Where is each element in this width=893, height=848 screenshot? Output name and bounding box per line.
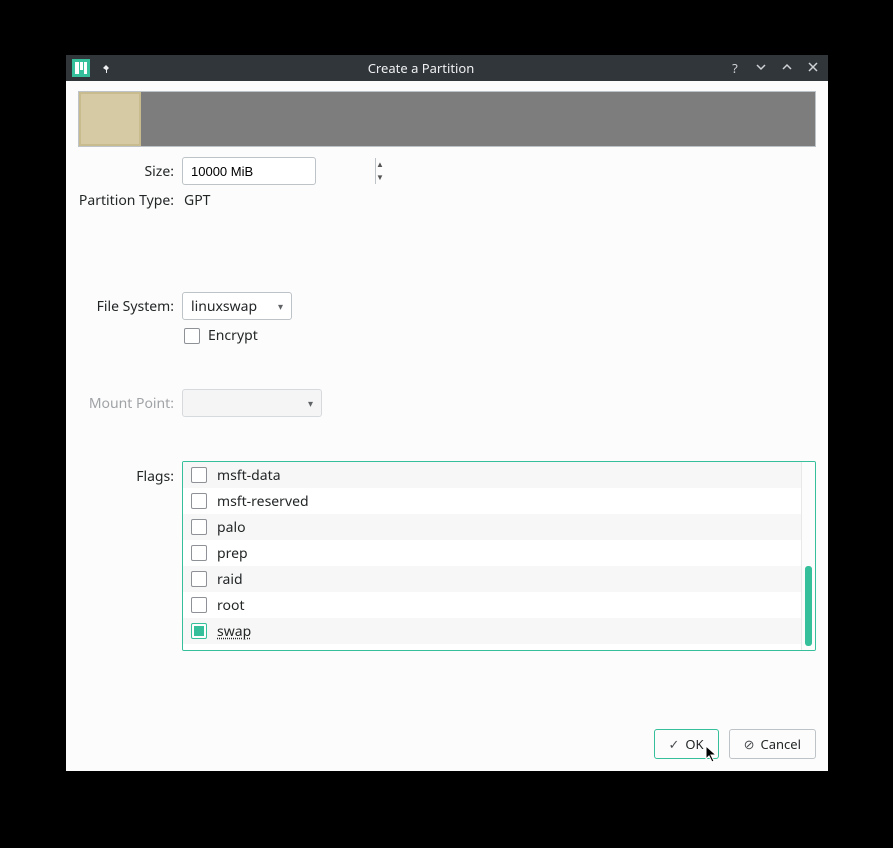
flags-scrollbar[interactable]	[801, 462, 815, 650]
close-icon[interactable]	[804, 59, 822, 77]
flag-checkbox-msft-data[interactable]	[191, 467, 207, 483]
flag-checkbox-raid[interactable]	[191, 571, 207, 587]
cancel-icon: ⊘	[744, 735, 755, 753]
mount-point-label: Mount Point:	[78, 394, 174, 413]
flag-label: root	[217, 596, 245, 615]
flag-row-msft-data[interactable]: msft-data	[183, 462, 801, 488]
app-logo-icon	[72, 59, 90, 77]
partition-type-label: Partition Type:	[78, 191, 174, 210]
flag-checkbox-swap[interactable]	[191, 623, 207, 639]
titlebar: Create a Partition ?	[66, 55, 828, 81]
flag-row-swap[interactable]: swap	[183, 618, 801, 644]
minimize-icon[interactable]	[752, 59, 770, 77]
size-label: Size:	[78, 162, 174, 181]
cancel-button[interactable]: ⊘ Cancel	[729, 729, 816, 759]
flag-row-raid[interactable]: raid	[183, 566, 801, 592]
create-partition-dialog: Create a Partition ? Size: ▲ ▼	[66, 55, 828, 771]
flag-label: prep	[217, 544, 248, 563]
size-spinbox[interactable]: ▲ ▼	[182, 157, 316, 185]
flag-checkbox-palo[interactable]	[191, 519, 207, 535]
chevron-down-icon: ▾	[308, 396, 313, 410]
flag-row-msft-reserved[interactable]: msft-reserved	[183, 488, 801, 514]
cancel-button-label: Cancel	[761, 735, 801, 753]
flag-label: msft-data	[217, 466, 281, 485]
encrypt-label: Encrypt	[208, 326, 258, 345]
partition-preview-bar	[78, 91, 816, 147]
size-step-up[interactable]: ▲	[376, 158, 384, 171]
flag-label: raid	[217, 570, 243, 589]
window-title: Create a Partition	[124, 59, 718, 77]
size-step-down[interactable]: ▼	[376, 171, 384, 184]
flag-label: msft-reserved	[217, 492, 309, 511]
mount-point-combo: ▾	[182, 389, 322, 417]
help-icon[interactable]: ?	[726, 59, 744, 77]
ok-button[interactable]: ✓ OK	[654, 729, 719, 759]
flag-checkbox-prep[interactable]	[191, 545, 207, 561]
partition-preview-used	[79, 92, 141, 146]
maximize-icon[interactable]	[778, 59, 796, 77]
ok-button-label: OK	[685, 735, 703, 753]
flag-row-palo[interactable]: palo	[183, 514, 801, 540]
size-input[interactable]	[183, 164, 375, 179]
flags-label: Flags:	[78, 461, 174, 486]
flags-scroll-thumb[interactable]	[805, 566, 812, 646]
flag-checkbox-msft-reserved[interactable]	[191, 493, 207, 509]
file-system-label: File System:	[78, 297, 174, 316]
flag-row-prep[interactable]: prep	[183, 540, 801, 566]
flag-row-root[interactable]: root	[183, 592, 801, 618]
check-icon: ✓	[669, 735, 680, 753]
file-system-combo[interactable]: linuxswap ▾	[182, 292, 292, 320]
partition-type-value: GPT	[182, 191, 816, 210]
flag-label: swap	[217, 622, 251, 641]
chevron-down-icon: ▾	[278, 299, 283, 313]
file-system-value: linuxswap	[191, 297, 257, 316]
flag-checkbox-root[interactable]	[191, 597, 207, 613]
pin-icon[interactable]	[98, 59, 116, 77]
flags-listbox[interactable]: msft-data msft-reserved palo prep raid root sw…	[182, 461, 816, 651]
flag-label: palo	[217, 518, 246, 537]
encrypt-checkbox[interactable]	[184, 328, 200, 344]
